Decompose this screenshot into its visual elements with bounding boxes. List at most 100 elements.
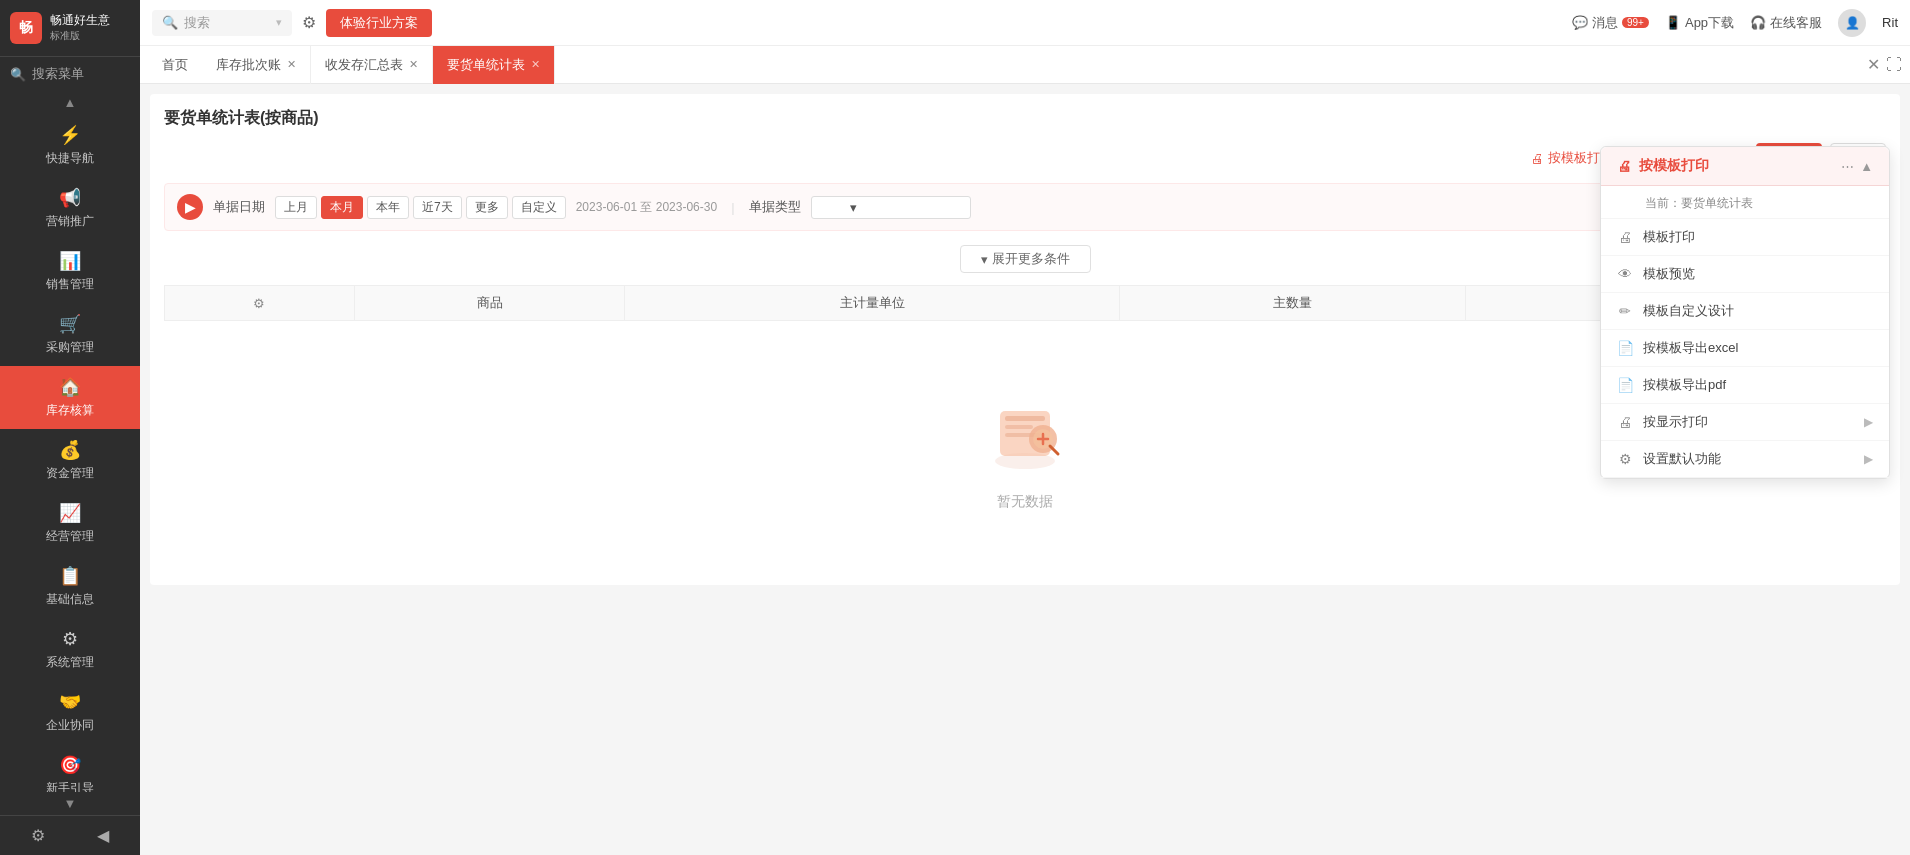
col-unit: 主计量单位: [625, 286, 1120, 321]
template-preview-item-label: 模板预览: [1643, 265, 1873, 283]
dropdown-title-text: 按模板打印: [1639, 157, 1709, 175]
empty-text: 暂无数据: [997, 493, 1053, 511]
tab-summary[interactable]: 收发存汇总表 ✕: [311, 46, 433, 84]
template-design-item-label: 模板自定义设计: [1643, 302, 1873, 320]
expand-more-button[interactable]: ▾ 展开更多条件: [960, 245, 1091, 273]
sidebar-item-sales[interactable]: 📊 销售管理: [0, 240, 140, 303]
online-service-button[interactable]: 🎧 在线客服: [1750, 14, 1822, 32]
filter-divider-1: |: [731, 200, 734, 215]
online-service-label: 在线客服: [1770, 14, 1822, 32]
set-default-chevron: ▶: [1864, 452, 1873, 466]
col-settings[interactable]: ⚙: [165, 286, 355, 321]
tab-inventory-batch-close[interactable]: ✕: [287, 58, 296, 71]
app-download-button[interactable]: 📱 App下载: [1665, 14, 1734, 32]
avatar[interactable]: 👤: [1838, 9, 1866, 37]
date-btn-this-year[interactable]: 本年: [367, 196, 409, 219]
sidebar-item-purchase[interactable]: 🛒 采购管理: [0, 303, 140, 366]
content-area: 要货单统计表(按商品) 🖨 按模板打印 ▲ | ↗ 导出 | ↻ 刷新: [150, 94, 1900, 585]
sidebar-item-business[interactable]: 📈 经营管理: [0, 492, 140, 555]
sidebar-item-inventory[interactable]: 🏠 库存核算: [0, 366, 140, 429]
tab-order-stats[interactable]: 要货单统计表 ✕: [433, 46, 555, 84]
settings-icon[interactable]: ⚙: [31, 826, 45, 845]
dropdown-close-icon[interactable]: ▲: [1860, 159, 1873, 174]
sidebar-search[interactable]: 🔍 搜索菜单: [0, 57, 140, 91]
dropdown-item-template-print[interactable]: 🖨 模板打印: [1601, 219, 1889, 256]
filter-expand-button[interactable]: ▶: [177, 194, 203, 220]
nav-label-sales: 销售管理: [46, 276, 94, 293]
headset-icon: 🎧: [1750, 15, 1766, 30]
topbar-right: 💬 消息 99+ 📱 App下载 🎧 在线客服 👤 Rit: [1572, 9, 1898, 37]
close-window-icon[interactable]: ✕: [1867, 55, 1880, 74]
date-btn-more[interactable]: 更多: [466, 196, 508, 219]
main-area: 🔍 搜索 ▾ ⚙ 体验行业方案 💬 消息 99+ 📱 App下载 🎧 在线客服 …: [140, 0, 1910, 855]
date-range: 2023-06-01 至 2023-06-30: [576, 199, 717, 216]
sidebar-item-system[interactable]: ⚙ 系统管理: [0, 618, 140, 681]
nav-icon-system: ⚙: [62, 628, 78, 650]
template-design-icon: ✏: [1617, 303, 1633, 319]
topbar-search-icon: 🔍: [162, 15, 178, 30]
set-default-icon: ⚙: [1617, 451, 1633, 467]
display-print-icon: 🖨: [1617, 414, 1633, 430]
topbar-search-placeholder: 搜索: [184, 14, 210, 32]
dropdown-item-template-design[interactable]: ✏ 模板自定义设计: [1601, 293, 1889, 330]
tab-home[interactable]: 首页: [148, 56, 202, 74]
col-quantity: 主数量: [1120, 286, 1465, 321]
sidebar-item-basic[interactable]: 📋 基础信息: [0, 555, 140, 618]
sidebar-item-marketing[interactable]: 📢 营销推广: [0, 177, 140, 240]
expand-more-label: 展开更多条件: [992, 250, 1070, 268]
message-icon: 💬: [1572, 15, 1588, 30]
expand-more-icon: ▾: [981, 252, 988, 267]
dropdown-item-set-default[interactable]: ⚙ 设置默认功能 ▶: [1601, 441, 1889, 478]
topbar-gear-icon[interactable]: ⚙: [302, 13, 316, 32]
collapse-icon[interactable]: ◀: [97, 826, 109, 845]
date-buttons: 上月 本月 本年 近7天 更多 自定义: [275, 196, 566, 219]
sidebar-item-enterprise[interactable]: 🤝 企业协同: [0, 681, 140, 744]
date-btn-this-month[interactable]: 本月: [321, 196, 363, 219]
date-btn-7days[interactable]: 近7天: [413, 196, 462, 219]
sidebar-scroll-up[interactable]: ▲: [0, 91, 140, 114]
template-preview-icon: 👁: [1617, 266, 1633, 282]
date-btn-custom[interactable]: 自定义: [512, 196, 566, 219]
sidebar-scroll-down[interactable]: ▼: [0, 792, 140, 815]
nav-label-finance: 资金管理: [46, 465, 94, 482]
col-product: 商品: [354, 286, 625, 321]
set-default-label: 设置默认功能: [1643, 450, 1721, 468]
dropdown-item-display-print[interactable]: 🖨 按显示打印 ▶: [1601, 404, 1889, 441]
industry-button[interactable]: 体验行业方案: [326, 9, 432, 37]
display-print-left: 🖨 按显示打印: [1617, 413, 1708, 431]
set-default-left: ⚙ 设置默认功能: [1617, 450, 1721, 468]
tab-inventory-batch[interactable]: 库存批次账 ✕: [202, 46, 311, 84]
nav-label-marketing: 营销推广: [46, 213, 94, 230]
export-pdf-item-label: 按模板导出pdf: [1643, 376, 1873, 394]
nav-icon-marketing: 📢: [59, 187, 81, 209]
tab-order-stats-label: 要货单统计表: [447, 56, 525, 74]
tab-summary-close[interactable]: ✕: [409, 58, 418, 71]
app-logo: 畅 畅通好生意 标准版: [0, 0, 140, 57]
sidebar-item-finance[interactable]: 💰 资金管理: [0, 429, 140, 492]
sidebar-item-quick-nav[interactable]: ⚡ 快捷导航: [0, 114, 140, 177]
printer-icon: 🖨: [1531, 151, 1544, 166]
table-gear-icon[interactable]: ⚙: [253, 296, 265, 311]
dropdown-item-export-pdf[interactable]: 📄 按模板导出pdf: [1601, 367, 1889, 404]
tab-order-stats-close[interactable]: ✕: [531, 58, 540, 71]
topbar-search[interactable]: 🔍 搜索 ▾: [152, 10, 292, 36]
app-name: 畅通好生意: [50, 13, 110, 29]
date-btn-prev-month[interactable]: 上月: [275, 196, 317, 219]
dropdown-item-export-excel[interactable]: 📄 按模板导出excel: [1601, 330, 1889, 367]
display-print-chevron: ▶: [1864, 415, 1873, 429]
dropdown-more-icon[interactable]: ⋯: [1841, 159, 1854, 174]
nav-icon-business: 📈: [59, 502, 81, 524]
messages-button[interactable]: 💬 消息 99+: [1572, 14, 1649, 32]
search-label: 搜索菜单: [32, 65, 84, 83]
filter-type-label: 单据类型: [749, 198, 801, 216]
sidebar-item-guide[interactable]: 🎯 新手引导: [0, 744, 140, 792]
filter-type-chevron: ▾: [850, 200, 857, 215]
tabs-right: ✕ ⛶: [1867, 55, 1902, 74]
filter-type-select[interactable]: ▾: [811, 196, 971, 219]
dropdown-header-right: ⋯ ▲: [1841, 159, 1873, 174]
maximize-icon[interactable]: ⛶: [1886, 56, 1902, 74]
nav-icon-inventory: 🏠: [59, 376, 81, 398]
dropdown-item-template-preview[interactable]: 👁 模板预览: [1601, 256, 1889, 293]
svg-rect-2: [1005, 416, 1045, 421]
nav-label-inventory: 库存核算: [46, 402, 94, 419]
